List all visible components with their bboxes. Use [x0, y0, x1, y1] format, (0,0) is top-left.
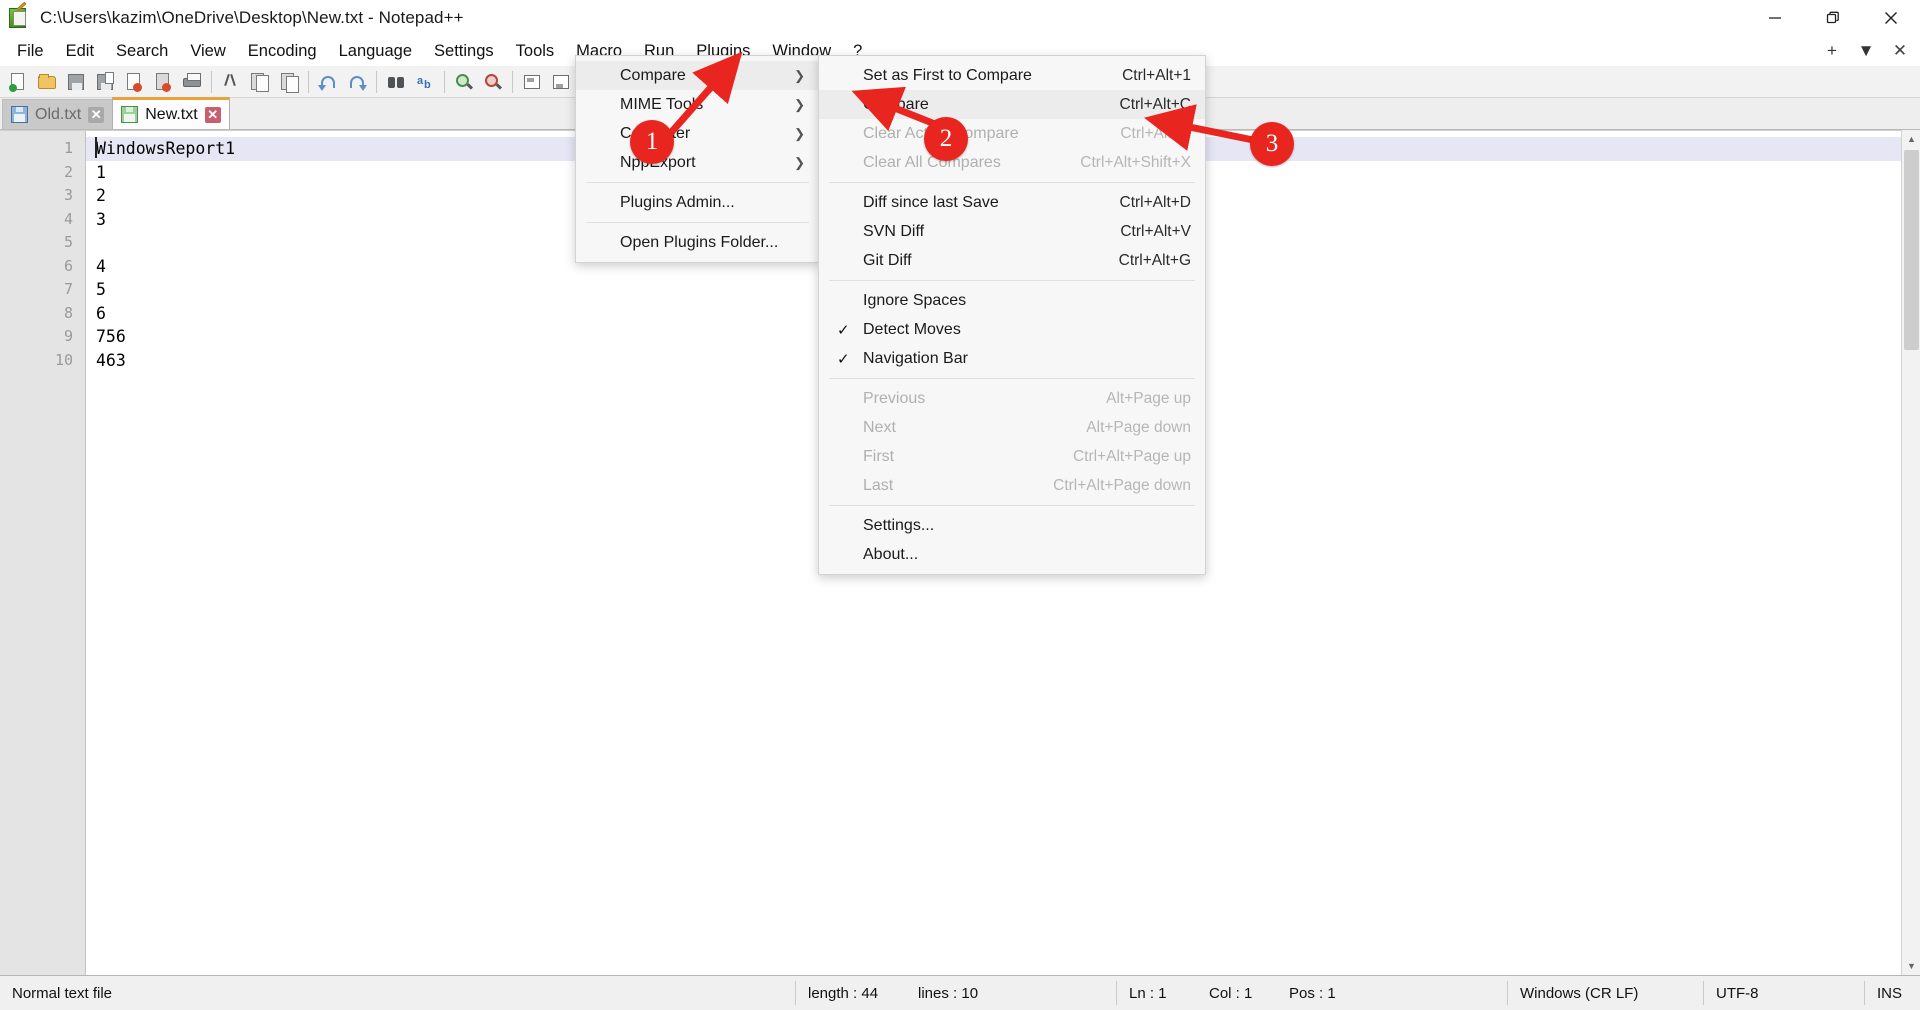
step-badge-2: 2: [924, 117, 968, 161]
step-badge-1: 1: [630, 120, 674, 164]
notepad-plus-plus-window: C:\Users\kazim\OneDrive\Desktop\New.txt …: [0, 0, 1920, 1010]
step-badge-3: 3: [1250, 122, 1294, 166]
